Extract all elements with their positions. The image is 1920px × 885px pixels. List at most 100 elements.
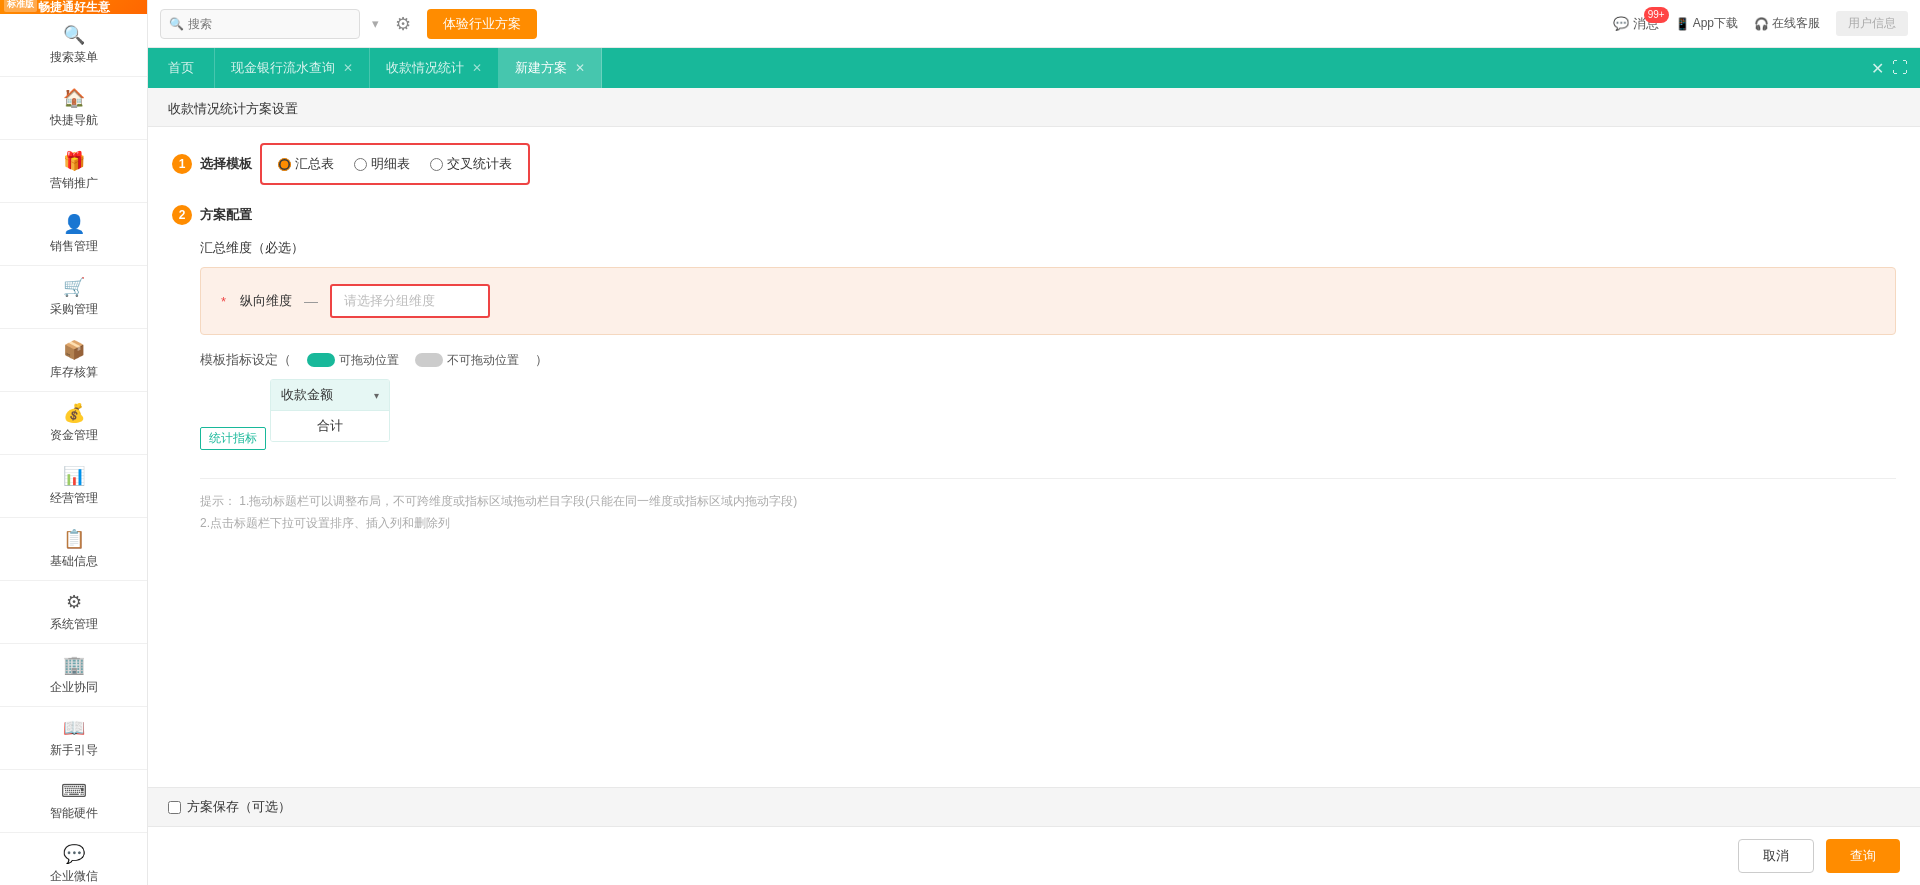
dimension-area: * 纵向维度 — 请选择分组维度 [200, 267, 1896, 335]
save-plan-checkbox-label[interactable]: 方案保存（可选） [168, 798, 291, 816]
marketing-icon: 🎁 [63, 150, 85, 172]
sidebar-item-purchase[interactable]: 🛒 采购管理 [0, 266, 147, 329]
close-bank-flow-tab-icon[interactable]: ✕ [343, 61, 353, 75]
tab-home[interactable]: 首页 [148, 48, 215, 88]
save-plan-checkbox[interactable] [168, 801, 181, 814]
sidebar-item-inventory[interactable]: 📦 库存核算 [0, 329, 147, 392]
quick-nav-icon: 🏠 [63, 87, 85, 109]
step1-header: 1 选择模板 汇总表 明细表 交叉统计表 [172, 143, 1896, 185]
enterprise-icon: 🏢 [63, 654, 85, 676]
sidebar-item-wechat[interactable]: 💬 企业微信 [0, 833, 147, 885]
inventory-icon: 📦 [63, 339, 85, 361]
sidebar-item-marketing[interactable]: 🎁 营销推广 [0, 140, 147, 203]
step2-section: 2 方案配置 汇总维度（必选） * 纵向维度 — 请选择分组维度 [172, 205, 1896, 546]
metrics-dropdown-chevron-icon[interactable]: ▾ [374, 390, 379, 401]
metrics-section: 模板指标设定（ 可拖动位置 不可拖动位置 [200, 351, 1896, 458]
settings-gear-icon[interactable]: ⚙ [391, 9, 415, 39]
save-plan-label: 方案保存（可选） [187, 798, 291, 816]
sidebar-item-enterprise[interactable]: 🏢 企业协同 [0, 644, 147, 707]
dimension-section-title: 汇总维度（必选） [200, 239, 1896, 257]
search-bar[interactable]: 🔍 [160, 9, 360, 39]
metrics-column-header: 收款金额 ▾ [271, 380, 389, 411]
sidebar-label-purchase: 采购管理 [50, 301, 98, 318]
trial-industry-button[interactable]: 体验行业方案 [427, 9, 537, 39]
sidebar-label-finance: 资金管理 [50, 427, 98, 444]
not-draggable-toggle: 不可拖动位置 [415, 352, 519, 369]
tab-new-plan[interactable]: 新建方案 ✕ [499, 48, 602, 88]
radio-summary-label: 汇总表 [295, 155, 334, 173]
sidebar-item-finance[interactable]: 💰 资金管理 [0, 392, 147, 455]
close-all-tabs-icon[interactable]: ✕ [1871, 59, 1884, 78]
close-receipt-stat-tab-icon[interactable]: ✕ [472, 61, 482, 75]
step1-section: 1 选择模板 汇总表 明细表 交叉统计表 [172, 143, 1896, 185]
sidebar-label-basic-info: 基础信息 [50, 553, 98, 570]
sidebar-label-enterprise: 企业协同 [50, 679, 98, 696]
sidebar-label-guide: 新手引导 [50, 742, 98, 759]
radio-detail[interactable]: 明细表 [354, 155, 410, 173]
tab-bank-flow-label: 现金银行流水查询 [231, 59, 335, 77]
notification-button[interactable]: 💬 消息 99+ [1613, 15, 1659, 33]
tip-item-1: 提示： 1.拖动标题栏可以调整布局，不可跨维度或指标区域拖动栏目字段(只能在同一… [200, 491, 1896, 513]
dropdown-arrow-icon: ▾ [372, 16, 379, 31]
app-version: 标准版 [4, 0, 37, 12]
sidebar-item-system[interactable]: ⚙ 系统管理 [0, 581, 147, 644]
sidebar-label-management: 经营管理 [50, 490, 98, 507]
tab-bank-flow[interactable]: 现金银行流水查询 ✕ [215, 48, 370, 88]
sidebar-item-search-menu[interactable]: 🔍 搜索菜单 [0, 14, 147, 77]
search-menu-icon: 🔍 [63, 24, 85, 46]
draggable-toggle: 可拖动位置 [307, 352, 399, 369]
sidebar-label-quick-nav: 快捷导航 [50, 112, 98, 129]
expand-tabs-icon[interactable]: ⛶ [1892, 59, 1908, 77]
dimension-select-dropdown[interactable]: 请选择分组维度 [330, 284, 490, 318]
page-breadcrumb: 收款情况统计方案设置 [148, 88, 1920, 127]
metrics-row-total: 合计 [271, 411, 389, 441]
close-new-plan-tab-icon[interactable]: ✕ [575, 61, 585, 75]
radio-cross[interactable]: 交叉统计表 [430, 155, 512, 173]
dimension-label: 纵向维度 [240, 292, 292, 310]
guide-icon: 📖 [63, 717, 85, 739]
sidebar-label-marketing: 营销推广 [50, 175, 98, 192]
draggable-toggle-box[interactable] [307, 353, 335, 367]
sidebar-item-guide[interactable]: 📖 新手引导 [0, 707, 147, 770]
cancel-button[interactable]: 取消 [1738, 839, 1814, 873]
radio-detail-label: 明细表 [371, 155, 410, 173]
basic-info-icon: 📋 [63, 528, 85, 550]
user-info-display: 用户信息 [1836, 11, 1908, 36]
radio-cross-input[interactable] [430, 158, 443, 171]
tab-new-plan-label: 新建方案 [515, 59, 567, 77]
sidebar-item-management[interactable]: 📊 经营管理 [0, 455, 147, 518]
topbar-right: 💬 消息 99+ 📱 App下载 🎧 在线客服 用户信息 [1613, 11, 1908, 36]
metrics-table: 收款金额 ▾ 合计 [270, 379, 390, 442]
query-button[interactable]: 查询 [1826, 839, 1900, 873]
topbar: 🔍 ▾ ⚙ 体验行业方案 💬 消息 99+ 📱 App下载 🎧 在线客服 用户信… [148, 0, 1920, 48]
radio-summary[interactable]: 汇总表 [278, 155, 334, 173]
sidebar-item-basic-info[interactable]: 📋 基础信息 [0, 518, 147, 581]
main-area: 🔍 ▾ ⚙ 体验行业方案 💬 消息 99+ 📱 App下载 🎧 在线客服 用户信… [148, 0, 1920, 885]
tips-section: 提示： 1.拖动标题栏可以调整布局，不可跨维度或指标区域拖动栏目字段(只能在同一… [200, 478, 1896, 546]
tab-receipt-stat[interactable]: 收款情况统计 ✕ [370, 48, 499, 88]
support-icon: 🎧 [1754, 17, 1769, 31]
form-content: 1 选择模板 汇总表 明细表 交叉统计表 [148, 127, 1920, 787]
finance-icon: 💰 [63, 402, 85, 424]
tab-home-label: 首页 [168, 59, 194, 77]
not-draggable-toggle-box[interactable] [415, 353, 443, 367]
dimension-arrow-icon: — [304, 293, 318, 309]
app-download-link[interactable]: 📱 App下载 [1675, 15, 1738, 32]
tab-receipt-stat-label: 收款情况统计 [386, 59, 464, 77]
content-area: 收款情况统计方案设置 1 选择模板 汇总表 明细表 [148, 88, 1920, 885]
metrics-section-label: 统计指标 [200, 427, 266, 450]
radio-detail-input[interactable] [354, 158, 367, 171]
action-bar: 取消 查询 [148, 826, 1920, 885]
sidebar-item-sales[interactable]: 👤 销售管理 [0, 203, 147, 266]
sidebar-item-quick-nav[interactable]: 🏠 快捷导航 [0, 77, 147, 140]
radio-summary-input[interactable] [278, 158, 291, 171]
sidebar-item-smart-hardware[interactable]: ⌨ 智能硬件 [0, 770, 147, 833]
tabs-actions: ✕ ⛶ [1871, 59, 1920, 78]
app-logo: 畅捷通好生意 标准版 [0, 0, 147, 14]
purchase-icon: 🛒 [63, 276, 85, 298]
required-mark: * [221, 294, 226, 309]
smart-hardware-icon: ⌨ [61, 780, 87, 802]
online-support-link[interactable]: 🎧 在线客服 [1754, 15, 1820, 32]
search-input[interactable] [188, 17, 351, 31]
app-name: 畅捷通好生意 [38, 0, 110, 14]
